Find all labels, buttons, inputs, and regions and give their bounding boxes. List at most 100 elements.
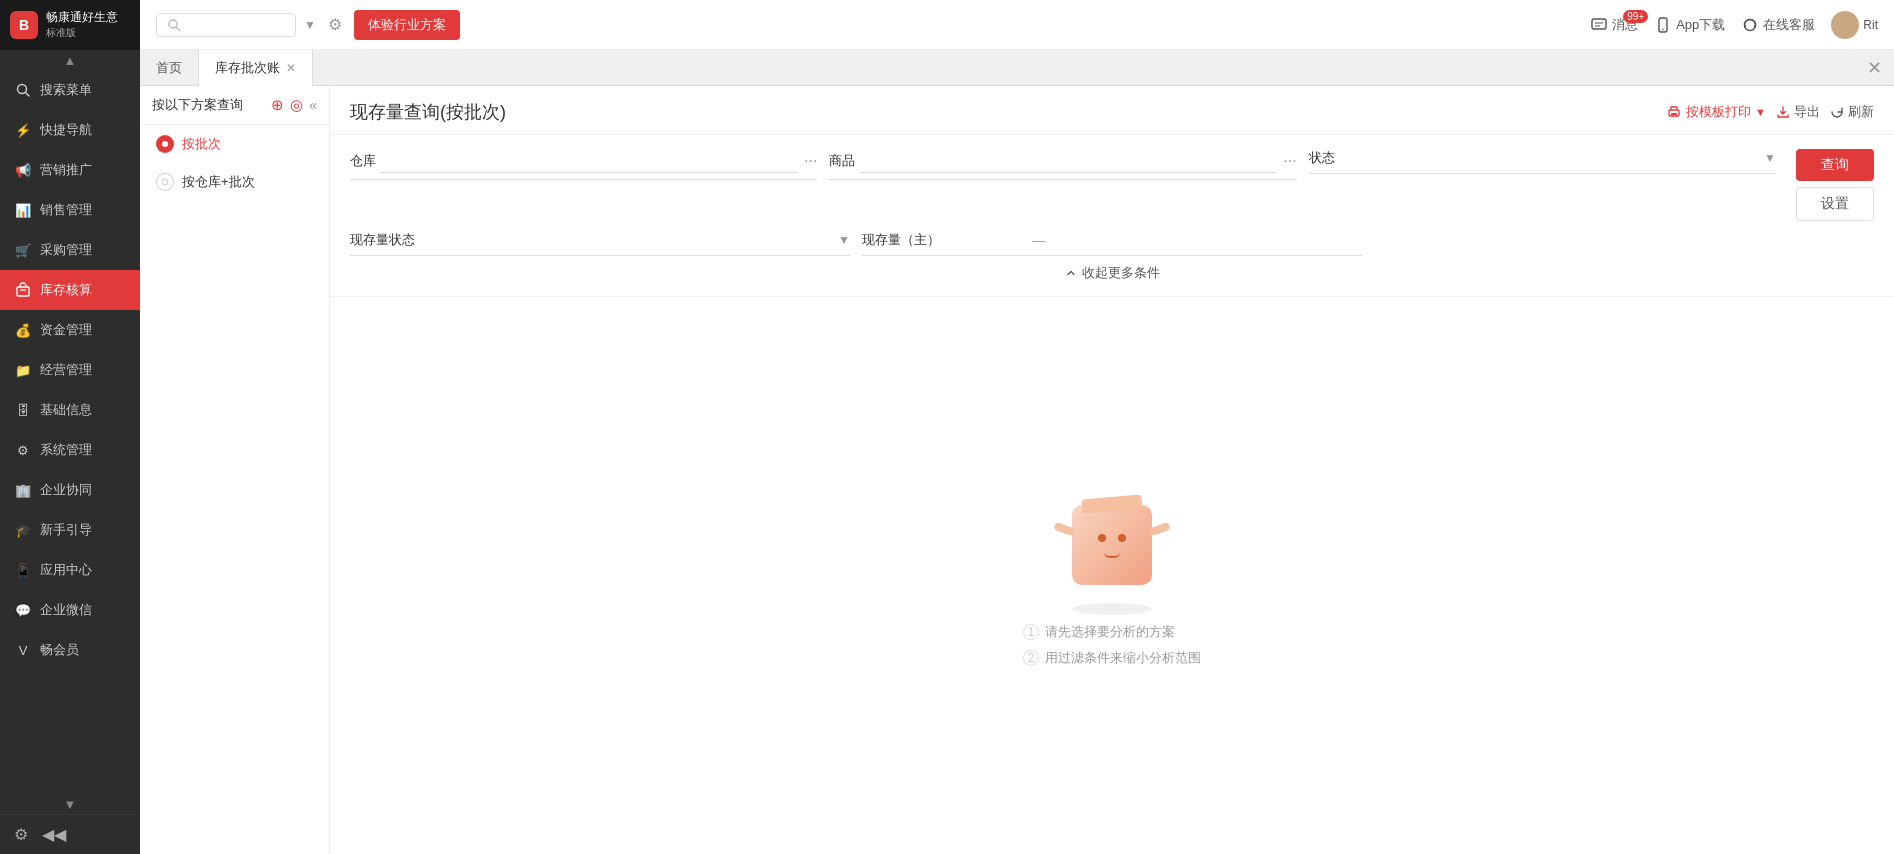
messages-btn[interactable]: 消息 99+ [1590, 16, 1638, 34]
svg-rect-15 [1671, 113, 1677, 115]
sidebar-item-marketing[interactable]: 📢 营销推广 [0, 150, 140, 190]
tab-close-icon[interactable]: ✕ [286, 61, 296, 75]
search-icon [14, 81, 32, 99]
warehouse-label: 仓库 [350, 152, 376, 170]
printer-icon [1666, 104, 1682, 120]
left-panel-item-by-warehouse-batch[interactable]: 按仓库+批次 [140, 163, 329, 201]
left-panel-item-by-batch[interactable]: 按批次 [140, 125, 329, 163]
page-header: 现存量查询(按批次) 按模板打印 ▼ [330, 86, 1894, 135]
page-header-actions: 按模板打印 ▼ 导出 [1666, 103, 1874, 121]
sidebar-item-operations[interactable]: 📁 经营管理 [0, 350, 140, 390]
empty-state: 1 请先选择要分析的方案 2 用过滤条件来缩小分析范围 [330, 297, 1894, 854]
sidebar-item-label: 系统管理 [40, 441, 92, 459]
sidebar-item-enterprise[interactable]: 🏢 企业协同 [0, 470, 140, 510]
hint2-num: 2 [1023, 650, 1039, 666]
sidebar-item-label: 营销推广 [40, 161, 92, 179]
sidebar-item-search-menu[interactable]: 搜索菜单 [0, 70, 140, 110]
svg-point-8 [1662, 28, 1664, 30]
sidebar-item-newbie[interactable]: 🎓 新手引导 [0, 510, 140, 550]
refresh-btn[interactable]: 刷新 [1830, 103, 1874, 121]
topbar-gear-icon[interactable]: ⚙ [328, 15, 342, 34]
vip-icon: V [14, 641, 32, 659]
product-label: 商品 [829, 152, 855, 170]
svg-point-12 [162, 141, 168, 147]
export-btn-label: 导出 [1794, 103, 1820, 121]
refresh-icon [1830, 105, 1844, 119]
refresh-btn-label: 刷新 [1848, 103, 1874, 121]
cart-icon: 🛒 [14, 241, 32, 259]
product-dots[interactable]: ··· [1283, 152, 1296, 170]
sidebar-item-wechat[interactable]: 💬 企业微信 [0, 590, 140, 630]
search-icon [167, 18, 181, 32]
scroll-up-arrow[interactable]: ▲ [0, 50, 140, 70]
export-btn[interactable]: 导出 [1776, 103, 1820, 121]
message-icon [1590, 16, 1608, 34]
sidebar-item-label: 基础信息 [40, 401, 92, 419]
tab-home[interactable]: 首页 [140, 50, 199, 86]
filter-area: 仓库 ··· 商品 ··· 状态 ▼ [330, 135, 1894, 297]
sidebar-item-label: 应用中心 [40, 561, 92, 579]
svg-rect-6 [1592, 19, 1606, 29]
scheme-label: 按批次 [182, 135, 221, 153]
sidebar-item-label: 新手引导 [40, 521, 92, 539]
stock-status-select[interactable]: ▼ [419, 233, 850, 247]
app-download-btn[interactable]: App下载 [1654, 16, 1725, 34]
svg-rect-10 [1744, 25, 1746, 28]
settings-btn[interactable]: 设置 [1796, 187, 1874, 221]
try-industry-btn[interactable]: 体验行业方案 [354, 10, 460, 40]
phone-icon [1654, 16, 1672, 34]
add-scheme-icon[interactable]: ⊕ [271, 96, 284, 114]
svg-line-5 [176, 27, 180, 31]
close-page-icon[interactable]: ✕ [1855, 57, 1894, 79]
page-title: 现存量查询(按批次) [350, 100, 506, 124]
left-panel-title: 按以下方案查询 [152, 96, 243, 114]
sidebar-item-sales[interactable]: 📊 销售管理 [0, 190, 140, 230]
stock-qty-dash: — [1032, 233, 1045, 248]
gear-icon: ⚙ [14, 441, 32, 459]
app-edition: 标准版 [46, 26, 118, 40]
collapse-more-btn[interactable]: 收起更多条件 [350, 256, 1874, 282]
collapse-left-panel-icon[interactable]: « [309, 97, 317, 113]
stock-qty-to[interactable] [1053, 233, 1133, 248]
sidebar-item-system[interactable]: ⚙ 系统管理 [0, 430, 140, 470]
sidebar-item-label: 企业微信 [40, 601, 92, 619]
stock-qty-from[interactable] [944, 233, 1024, 248]
sidebar-item-basic[interactable]: 🗄 基础信息 [0, 390, 140, 430]
box-icon [14, 281, 32, 299]
sidebar-item-finance[interactable]: 💰 资金管理 [0, 310, 140, 350]
user-avatar-area[interactable]: Rit [1831, 11, 1878, 39]
tab-label: 库存批次账 [215, 59, 280, 77]
collapse-sidebar-icon[interactable]: ◀◀ [42, 825, 66, 844]
chart-icon: 📊 [14, 201, 32, 219]
settings-icon[interactable]: ⚙ [14, 825, 28, 844]
query-btn[interactable]: 查询 [1796, 149, 1874, 181]
sidebar-item-quick-nav[interactable]: ⚡ 快捷导航 [0, 110, 140, 150]
tab-inventory-batch[interactable]: 库存批次账 ✕ [199, 50, 313, 86]
sidebar-item-label: 企业协同 [40, 481, 92, 499]
scroll-down-arrow[interactable]: ▼ [0, 794, 140, 814]
svg-rect-11 [1754, 25, 1756, 28]
topbar-chevron-icon[interactable]: ▼ [304, 18, 316, 32]
search-input-area[interactable] [156, 13, 296, 37]
sidebar-item-inventory[interactable]: 库存核算 [0, 270, 140, 310]
sidebar-item-vip[interactable]: V 畅会员 [0, 630, 140, 670]
settings-scheme-icon[interactable]: ◎ [290, 96, 303, 114]
sidebar-item-label: 经营管理 [40, 361, 92, 379]
empty-hint-1: 1 请先选择要分析的方案 [1023, 623, 1201, 641]
product-input[interactable] [859, 149, 1277, 173]
circle-icon [160, 139, 170, 149]
online-service-btn[interactable]: 在线客服 [1741, 16, 1815, 34]
sidebar-item-label: 采购管理 [40, 241, 92, 259]
tabbar: 首页 库存批次账 ✕ ✕ [140, 50, 1894, 86]
tab-label: 首页 [156, 59, 182, 77]
avatar [1831, 11, 1859, 39]
sidebar-item-purchase[interactable]: 🛒 采购管理 [0, 230, 140, 270]
warehouse-input[interactable] [380, 149, 798, 173]
print-btn[interactable]: 按模板打印 ▼ [1666, 103, 1766, 121]
sidebar-item-appstore[interactable]: 📱 应用中心 [0, 550, 140, 590]
app-logo: B [10, 11, 38, 39]
sidebar-item-label: 库存核算 [40, 281, 92, 299]
hint1-num: 1 [1023, 624, 1039, 640]
print-chevron-icon: ▼ [1755, 106, 1766, 118]
warehouse-dots[interactable]: ··· [804, 152, 817, 170]
